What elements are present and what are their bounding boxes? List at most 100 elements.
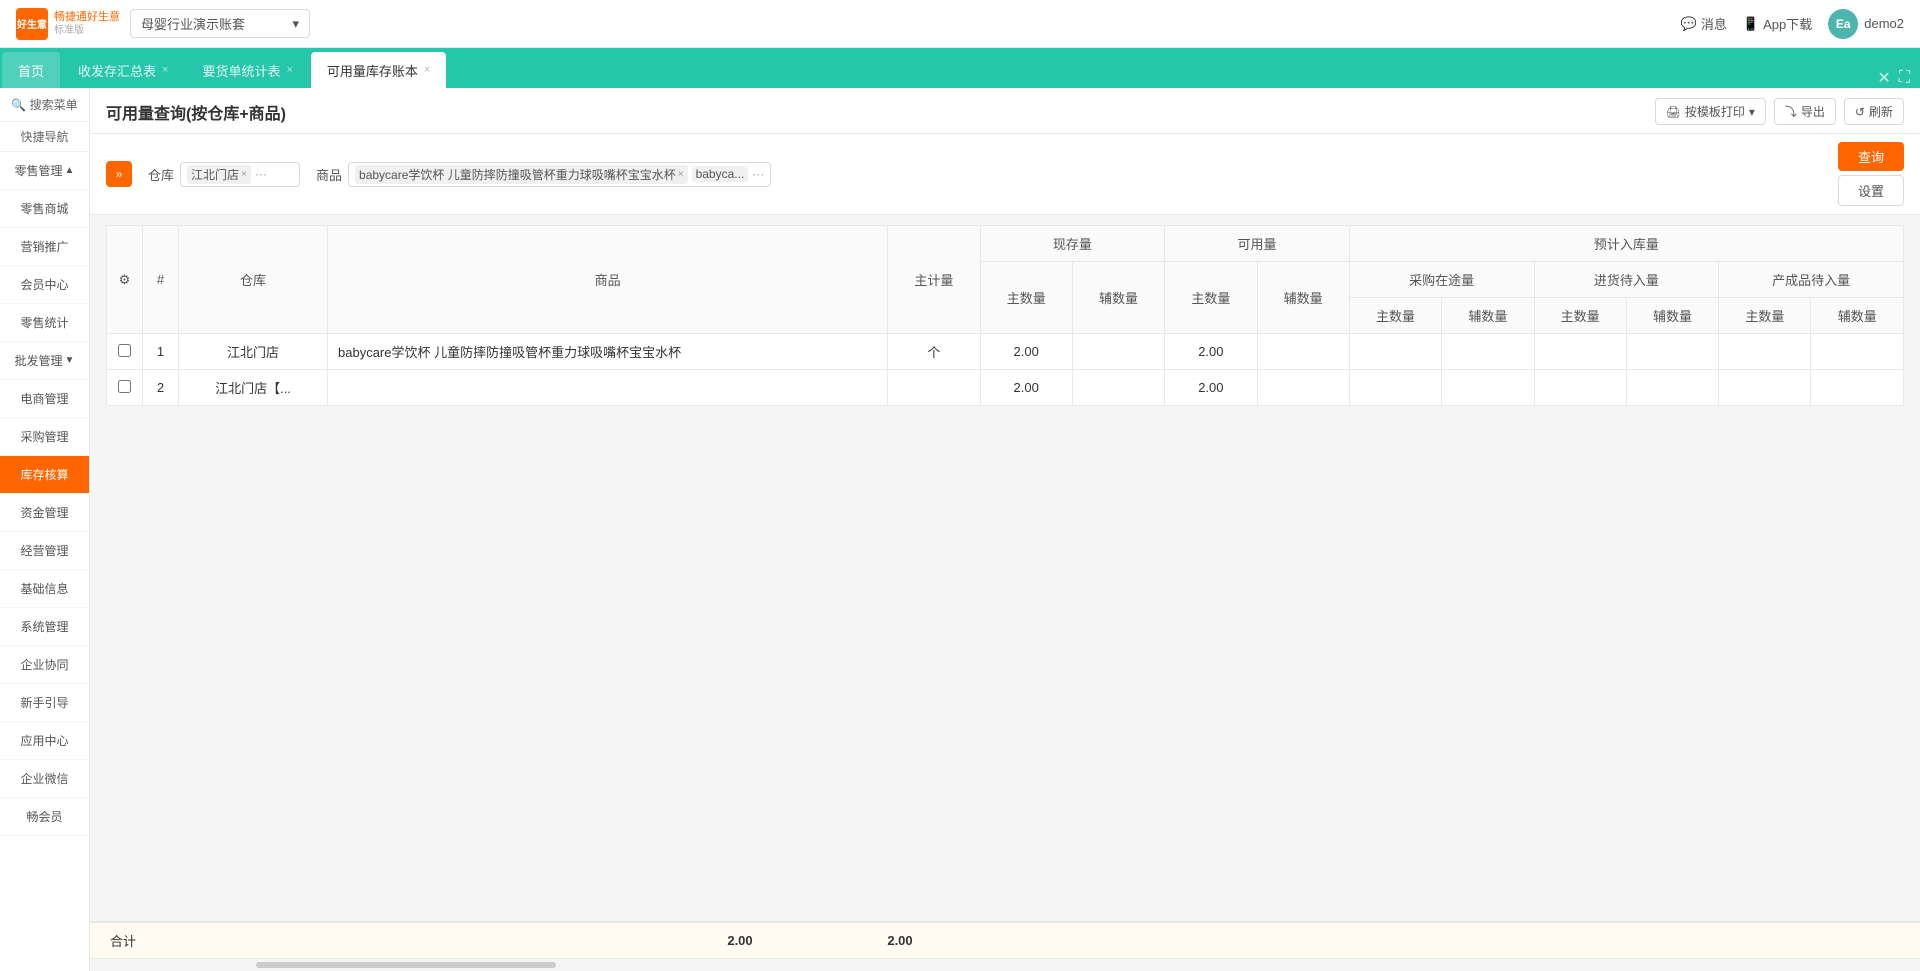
sidebar-item-retail-stats[interactable]: 零售统计 bbox=[0, 304, 89, 342]
setting-button[interactable]: 设置 bbox=[1838, 175, 1904, 206]
cell-prod-aux bbox=[1811, 334, 1904, 370]
sidebar-item-operations-mgmt[interactable]: 经营管理 bbox=[0, 532, 89, 570]
page-title-row: 可用量查询(按仓库+商品) 🖨 按模板打印 ▾ ⤵ 导出 ↺ 刷新 bbox=[106, 98, 1904, 125]
sidebar-quick-nav[interactable]: 快捷导航 bbox=[0, 122, 89, 152]
filter-bar: » 仓库 江北门店 × ··· 商品 babycare学饮杯 儿童防摔防撞吸管杯… bbox=[90, 134, 1920, 215]
product-tag-2: babyca... bbox=[692, 166, 749, 182]
sidebar-item-marketing[interactable]: 营销推广 bbox=[0, 228, 89, 266]
tab-order[interactable]: 要货单统计表 × bbox=[186, 52, 308, 88]
sidebar-item-purchase-mgmt[interactable]: 采购管理 bbox=[0, 418, 89, 456]
th-current-stock: 现存量 bbox=[980, 226, 1165, 262]
receive-tab-close[interactable]: × bbox=[162, 64, 168, 76]
cell-current-main: 2.00 bbox=[980, 334, 1072, 370]
sidebar-item-wholesale-mgmt[interactable]: 批发管理 ▼ bbox=[0, 342, 89, 380]
th-production-pending: 产成品待入量 bbox=[1719, 262, 1904, 298]
cell-checkbox[interactable] bbox=[107, 334, 143, 370]
th-settings[interactable]: ⚙ bbox=[107, 226, 143, 334]
sidebar-item-enterprise-wechat[interactable]: 企业微信 bbox=[0, 760, 89, 798]
logo-area: 好生意 畅捷通好生意 标准版 bbox=[16, 8, 120, 40]
cell-current-main: 2.00 bbox=[980, 370, 1072, 406]
cell-product: babycare学饮杯 儿童防摔防撞吸管杯重力球吸嘴杯宝宝水杯 bbox=[328, 334, 888, 370]
nav-tabs-right: ✕ ⛶ bbox=[1877, 68, 1920, 88]
cell-avail-aux bbox=[1257, 334, 1349, 370]
sidebar-item-member[interactable]: 畅会员 bbox=[0, 798, 89, 836]
page-header-actions: 🖨 按模板打印 ▾ ⤵ 导出 ↺ 刷新 bbox=[1655, 98, 1904, 125]
sidebar-item-inventory[interactable]: 库存核算 bbox=[0, 456, 89, 494]
sidebar-item-finance-mgmt[interactable]: 资金管理 bbox=[0, 494, 89, 532]
sidebar-item-system-mgmt[interactable]: 系统管理 bbox=[0, 608, 89, 646]
product-tag-container[interactable]: babycare学饮杯 儿童防摔防撞吸管杯重力球吸嘴杯宝宝水杯 × babyca… bbox=[348, 162, 771, 187]
horizontal-scrollbar[interactable] bbox=[90, 959, 1920, 971]
warehouse-tag-container[interactable]: 江北门店 × ··· bbox=[180, 162, 300, 187]
cell-incoming-main bbox=[1534, 370, 1626, 406]
cell-index: 2 bbox=[143, 370, 179, 406]
table-row[interactable]: 1 江北门店 babycare学饮杯 儿童防摔防撞吸管杯重力球吸嘴杯宝宝水杯 个… bbox=[107, 334, 1904, 370]
sidebar-item-member-center[interactable]: 会员中心 bbox=[0, 266, 89, 304]
cell-main-unit bbox=[888, 370, 980, 406]
cell-prod-aux bbox=[1811, 370, 1904, 406]
th-product: 商品 bbox=[328, 226, 888, 334]
expand-button[interactable]: » bbox=[106, 161, 132, 187]
user-area[interactable]: Ea demo2 bbox=[1828, 9, 1904, 39]
th-purchase-main: 主数量 bbox=[1349, 298, 1441, 334]
th-current-aux: 辅数量 bbox=[1072, 262, 1164, 334]
available-tab-label: 可用量库存账本 bbox=[327, 61, 418, 80]
cell-avail-main: 2.00 bbox=[1165, 334, 1257, 370]
cell-prod-main bbox=[1719, 334, 1811, 370]
th-avail-aux: 辅数量 bbox=[1257, 262, 1349, 334]
available-tab-close[interactable]: × bbox=[424, 64, 430, 76]
template-print-button[interactable]: 🖨 按模板打印 ▾ bbox=[1655, 98, 1766, 125]
sidebar-item-app-center[interactable]: 应用中心 bbox=[0, 722, 89, 760]
warehouse-ellipsis[interactable]: ··· bbox=[255, 167, 267, 181]
th-index: # bbox=[143, 226, 179, 334]
refresh-button[interactable]: ↺ 刷新 bbox=[1844, 98, 1904, 125]
th-incoming-aux: 辅数量 bbox=[1626, 298, 1718, 334]
table-row[interactable]: 2 江北门店【... 2.00 2.00 bbox=[107, 370, 1904, 406]
tab-home[interactable]: 首页 bbox=[2, 52, 60, 88]
cell-warehouse: 江北门店 bbox=[179, 334, 328, 370]
sidebar-item-ecommerce-mgmt[interactable]: 电商管理 bbox=[0, 380, 89, 418]
tab-receive[interactable]: 收发存汇总表 × bbox=[62, 52, 184, 88]
nav-close-button[interactable]: ✕ bbox=[1877, 68, 1890, 88]
export-button[interactable]: ⤵ 导出 bbox=[1774, 98, 1836, 125]
content-area: 可用量查询(按仓库+商品) 🖨 按模板打印 ▾ ⤵ 导出 ↺ 刷新 bbox=[90, 88, 1920, 971]
sidebar-item-retail-mall[interactable]: 零售商城 bbox=[0, 190, 89, 228]
sidebar-item-new-guide[interactable]: 新手引导 bbox=[0, 684, 89, 722]
company-selector[interactable]: 母婴行业演示账套 ▾ bbox=[130, 9, 310, 38]
warehouse-tag-close[interactable]: × bbox=[241, 169, 247, 180]
th-purchase-transit: 采购在途量 bbox=[1349, 262, 1534, 298]
sidebar: 🔍 搜索菜单 快捷导航 零售管理 ▲ 零售商城 营销推广 会员中心 零售统计 批… bbox=[0, 88, 90, 971]
cell-current-aux bbox=[1072, 334, 1164, 370]
top-bar-right: 💬 消息 📱 App下载 Ea demo2 bbox=[1681, 9, 1904, 39]
table-footer: 合计 2.00 2.00 bbox=[90, 921, 1920, 959]
footer-current-main: 2.00 bbox=[700, 933, 780, 948]
th-incoming-main: 主数量 bbox=[1534, 298, 1626, 334]
nav-expand-button[interactable]: ⛶ bbox=[1899, 69, 1910, 87]
tab-available[interactable]: 可用量库存账本 × bbox=[311, 52, 446, 88]
product-ellipsis[interactable]: ··· bbox=[752, 167, 764, 181]
sidebar-search[interactable]: 🔍 搜索菜单 bbox=[0, 88, 89, 122]
cell-checkbox[interactable] bbox=[107, 370, 143, 406]
logo-text: 畅捷通好生意 标准版 bbox=[54, 10, 120, 37]
sidebar-item-basic-info[interactable]: 基础信息 bbox=[0, 570, 89, 608]
query-button[interactable]: 查询 bbox=[1838, 142, 1904, 171]
sidebar-item-enterprise-collab[interactable]: 企业协同 bbox=[0, 646, 89, 684]
cell-incoming-aux bbox=[1626, 370, 1718, 406]
footer-avail-main: 2.00 bbox=[860, 933, 940, 948]
th-available: 可用量 bbox=[1165, 226, 1350, 262]
cell-avail-aux bbox=[1257, 370, 1349, 406]
message-button[interactable]: 💬 消息 bbox=[1681, 14, 1727, 33]
top-bar: 好生意 畅捷通好生意 标准版 母婴行业演示账套 ▾ 💬 消息 📱 App下载 E… bbox=[0, 0, 1920, 48]
cell-avail-main: 2.00 bbox=[1165, 370, 1257, 406]
search-icon: 🔍 bbox=[11, 98, 26, 112]
th-purchase-aux: 辅数量 bbox=[1442, 298, 1534, 334]
th-incoming-pending: 进货待入量 bbox=[1534, 262, 1719, 298]
cell-current-aux bbox=[1072, 370, 1164, 406]
product-tag-1-close[interactable]: × bbox=[678, 169, 684, 180]
cell-purchase-aux bbox=[1442, 334, 1534, 370]
app-download-button[interactable]: 📱 App下载 bbox=[1743, 14, 1812, 33]
export-icon: ⤵ bbox=[1785, 103, 1797, 120]
order-tab-close[interactable]: × bbox=[286, 64, 292, 76]
cell-warehouse: 江北门店【... bbox=[179, 370, 328, 406]
sidebar-item-retail-mgmt[interactable]: 零售管理 ▲ bbox=[0, 152, 89, 190]
